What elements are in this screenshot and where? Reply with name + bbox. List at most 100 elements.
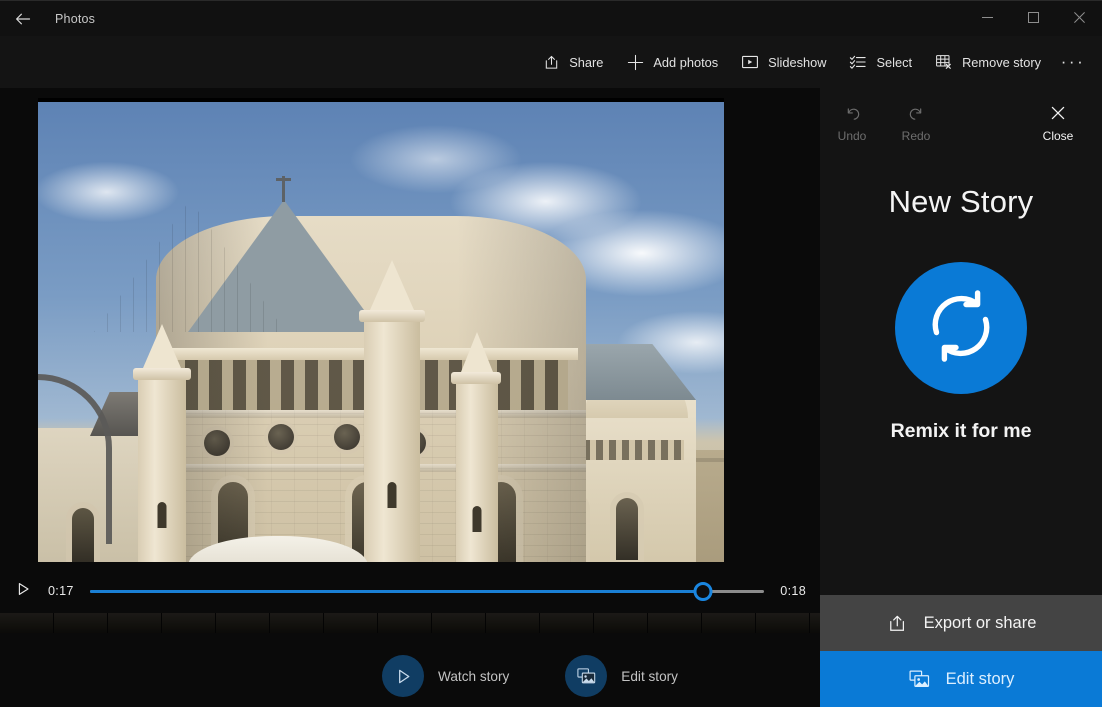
command-remove-story[interactable]: Remove story: [923, 42, 1052, 82]
turret-slit: [387, 482, 397, 508]
export-or-share-button[interactable]: Export or share: [820, 595, 1102, 651]
filmstrip-thumbnail[interactable]: [648, 613, 702, 633]
video-viewer: 0:17 0:18 Watch story Edit story: [0, 88, 820, 707]
turret-ring: [359, 310, 425, 322]
slideshow-icon: [740, 52, 760, 72]
plus-icon: [625, 52, 645, 72]
play-button[interactable]: [10, 578, 36, 604]
annex-window: [616, 498, 638, 560]
share-icon: [886, 611, 910, 635]
filmstrip-thumbnail[interactable]: [216, 613, 270, 633]
panel-title: New Story: [888, 184, 1034, 219]
command-slideshow-label: Slideshow: [768, 54, 827, 70]
back-button[interactable]: [0, 2, 46, 36]
filmstrip-thumbnail[interactable]: [594, 613, 648, 633]
filmstrip-thumbnail[interactable]: [0, 613, 54, 633]
maximize-button[interactable]: [1010, 1, 1056, 37]
corner-turret: [133, 324, 191, 568]
corner-turret: [359, 260, 425, 568]
back-arrow-icon: [14, 10, 32, 28]
close-x-icon: [1048, 102, 1068, 124]
redo-label: Redo: [901, 129, 931, 143]
more-ellipsis-icon: ···: [1060, 52, 1086, 71]
edit-photos-icon: [908, 667, 932, 691]
close-x-icon: [1073, 10, 1085, 28]
timeline-filmstrip[interactable]: [0, 613, 820, 633]
cross-spire: [276, 176, 291, 202]
turret-cap: [143, 324, 181, 368]
command-share-label: Share: [569, 54, 604, 70]
maximize-icon: [1027, 10, 1039, 28]
playback-controls: 0:17 0:18: [0, 572, 820, 610]
seek-slider[interactable]: [90, 578, 764, 604]
play-icon: [15, 581, 31, 602]
minimize-button[interactable]: [964, 1, 1010, 37]
filmstrip-thumbnail[interactable]: [702, 613, 756, 633]
remix-section: Remix it for me: [820, 262, 1102, 443]
window-controls: [964, 1, 1102, 37]
edit-story-label: Edit story: [945, 669, 1015, 688]
panel-toolbar: Undo Redo Close: [820, 88, 1102, 160]
filmstrip-thumbnail[interactable]: [324, 613, 378, 633]
story-side-panel: Undo Redo Close New Story Remix it for m…: [820, 88, 1102, 707]
letterbox-top: [38, 98, 724, 102]
window-close-button[interactable]: [1056, 1, 1102, 37]
corner-turret: [451, 332, 501, 568]
panel-close-button[interactable]: Close: [1026, 88, 1090, 143]
command-add-photos[interactable]: Add photos: [614, 42, 729, 82]
turret-slit: [157, 502, 167, 528]
photos-app-window: Photos Share Add photos Slideshow Select…: [0, 0, 1102, 707]
command-select[interactable]: Select: [837, 42, 923, 82]
filmstrip-thumbnail[interactable]: [54, 613, 108, 633]
refresh-sync-icon: [922, 287, 1000, 370]
watch-story-button[interactable]: Watch story: [382, 655, 509, 697]
undo-arrow-icon: [843, 102, 862, 124]
share-icon: [541, 52, 561, 72]
edit-story-button-bottom[interactable]: Edit story: [565, 655, 678, 697]
command-overflow-button[interactable]: ···: [1052, 42, 1094, 82]
filmstrip-thumbnail[interactable]: [756, 613, 810, 633]
remove-story-icon: [934, 52, 954, 72]
turret-cap: [370, 260, 414, 310]
filmstrip-thumbnail[interactable]: [810, 613, 820, 633]
command-remove-story-label: Remove story: [962, 54, 1041, 70]
app-title: Photos: [55, 11, 96, 26]
undo-label: Undo: [837, 129, 867, 143]
filmstrip-thumbnail[interactable]: [270, 613, 324, 633]
play-circle-icon: [382, 655, 425, 697]
story-preview-image[interactable]: [38, 98, 724, 568]
redo-arrow-icon: [907, 102, 926, 124]
letterbox-bottom: [38, 562, 724, 568]
turret-ring: [133, 368, 191, 380]
panel-close-label: Close: [1042, 129, 1074, 143]
filmstrip-thumbnail[interactable]: [108, 613, 162, 633]
edit-story-button[interactable]: Edit story: [820, 651, 1102, 707]
total-time-label: 0:18: [780, 584, 806, 598]
filmstrip-thumbnail[interactable]: [540, 613, 594, 633]
title-bar: Photos: [0, 0, 1102, 36]
turret-ring: [451, 372, 501, 384]
undo-button[interactable]: Undo: [820, 88, 884, 143]
command-bar: Share Add photos Slideshow Select Remove…: [0, 36, 1102, 88]
remix-button[interactable]: [895, 262, 1027, 394]
command-add-photos-label: Add photos: [653, 54, 719, 70]
remix-label: Remix it for me: [890, 420, 1032, 442]
minimize-icon: [981, 10, 993, 28]
filmstrip-thumbnail[interactable]: [378, 613, 432, 633]
slider-thumb[interactable]: [693, 581, 713, 601]
command-share[interactable]: Share: [530, 42, 614, 82]
export-or-share-label: Export or share: [923, 613, 1037, 632]
select-list-icon: [848, 52, 868, 72]
turret-cap: [461, 332, 493, 372]
filmstrip-thumbnail[interactable]: [486, 613, 540, 633]
edit-story-label-bottom: Edit story: [621, 668, 678, 684]
filmstrip-thumbnail[interactable]: [432, 613, 486, 633]
story-action-bar: Watch story Edit story: [0, 645, 820, 707]
command-slideshow[interactable]: Slideshow: [729, 42, 837, 82]
filmstrip-thumbnail[interactable]: [162, 613, 216, 633]
turret-slit: [472, 506, 482, 532]
edit-photos-icon: [565, 655, 608, 697]
command-select-label: Select: [876, 54, 913, 70]
redo-button[interactable]: Redo: [884, 88, 948, 143]
current-time-label: 0:17: [48, 584, 74, 598]
